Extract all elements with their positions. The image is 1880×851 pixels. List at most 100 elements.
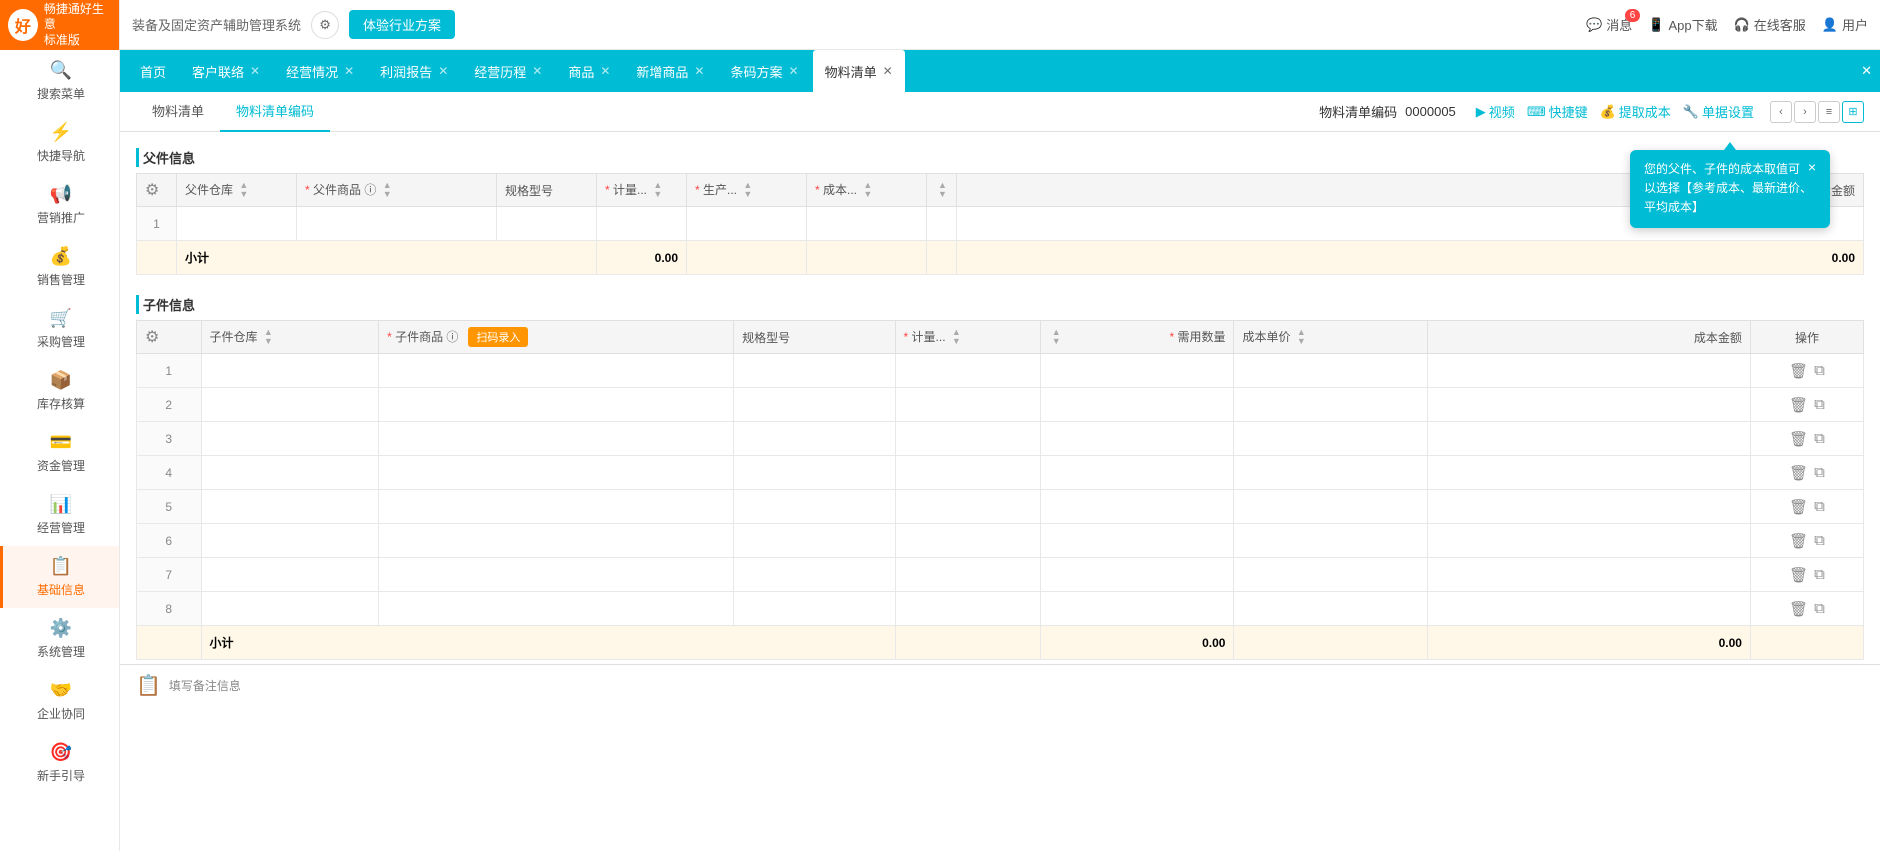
child-goods-6[interactable] — [379, 524, 734, 558]
child-goods-7[interactable] — [379, 558, 734, 592]
close-bom[interactable]: ✕ — [883, 64, 893, 78]
child-unit-2[interactable] — [895, 388, 1040, 422]
child-unit-6[interactable] — [895, 524, 1040, 558]
child-unit-3[interactable] — [895, 422, 1040, 456]
child-unit-7[interactable] — [895, 558, 1040, 592]
child-warehouse-8[interactable] — [201, 592, 379, 626]
child-spec-4[interactable] — [734, 456, 895, 490]
child-unit-4[interactable] — [895, 456, 1040, 490]
nav-next[interactable]: › — [1794, 101, 1816, 123]
child-goods-5[interactable] — [379, 490, 734, 524]
child-cost-amount-6[interactable] — [1428, 524, 1751, 558]
child-warehouse-3[interactable] — [201, 422, 379, 456]
sidebar-item-system[interactable]: ⚙️系统管理 — [0, 608, 119, 670]
child-unit-cost-8[interactable] — [1234, 592, 1428, 626]
navtab-goods[interactable]: 商品✕ — [556, 50, 622, 92]
close-new-goods[interactable]: ✕ — [694, 64, 704, 78]
sidebar-item-quick-nav[interactable]: ⚡快捷导航 — [0, 112, 119, 174]
child-needed-1[interactable] — [1040, 354, 1234, 388]
navtab-customer[interactable]: 客户联络✕ — [180, 50, 272, 92]
close-history[interactable]: ✕ — [532, 64, 542, 78]
sidebar-item-basic-info[interactable]: 📋基础信息 — [0, 546, 119, 608]
close-goods[interactable]: ✕ — [600, 64, 610, 78]
child-unit-cost-5[interactable] — [1234, 490, 1428, 524]
child-spec-5[interactable] — [734, 490, 895, 524]
child-warehouse-7[interactable] — [201, 558, 379, 592]
sidebar-item-guide[interactable]: 🎯新手引导 — [0, 732, 119, 794]
parent-unit-1[interactable] — [597, 207, 687, 241]
child-needed-5[interactable] — [1040, 490, 1234, 524]
delete-icon-7[interactable]: 🗑 — [1789, 566, 1808, 584]
message-item[interactable]: 💬 消息 6 — [1586, 15, 1632, 34]
navtab-barcode[interactable]: 条码方案✕ — [718, 50, 810, 92]
child-needed-2[interactable] — [1040, 388, 1234, 422]
copy-icon-4[interactable]: ⧉ — [1814, 464, 1825, 481]
navtab-operations[interactable]: 经营情况✕ — [274, 50, 366, 92]
sidebar-item-operations[interactable]: 📊经营管理 — [0, 484, 119, 546]
sidebar-item-purchase[interactable]: 🛒采购管理 — [0, 298, 119, 360]
extract-cost-action[interactable]: 💰 提取成本 — [1600, 102, 1671, 121]
child-needed-8[interactable] — [1040, 592, 1234, 626]
experience-btn[interactable]: 体验行业方案 — [349, 10, 455, 39]
child-warehouse-2[interactable] — [201, 388, 379, 422]
child-needed-6[interactable] — [1040, 524, 1234, 558]
copy-icon-2[interactable]: ⧉ — [1814, 396, 1825, 413]
delete-icon-3[interactable]: 🗑 — [1789, 430, 1808, 448]
child-spec-8[interactable] — [734, 592, 895, 626]
child-col-settings[interactable]: ⚙ — [137, 321, 202, 354]
settings-button[interactable]: ⚙ — [311, 11, 339, 39]
child-spec-6[interactable] — [734, 524, 895, 558]
app-download-item[interactable]: 📱 App下载 — [1648, 15, 1717, 34]
sidebar-item-search[interactable]: 🔍搜索菜单 — [0, 50, 119, 112]
child-warehouse-1[interactable] — [201, 354, 379, 388]
child-unit-cost-2[interactable] — [1234, 388, 1428, 422]
child-unit-8[interactable] — [895, 592, 1040, 626]
scan-button[interactable]: 扫码录入 — [468, 327, 528, 347]
user-item[interactable]: 👤 用户 — [1822, 15, 1868, 34]
child-unit-cost-1[interactable] — [1234, 354, 1428, 388]
child-cost-amount-3[interactable] — [1428, 422, 1751, 456]
nav-prev[interactable]: ‹ — [1770, 101, 1792, 123]
video-action[interactable]: ▶ 视频 — [1476, 102, 1515, 121]
child-unit-cost-7[interactable] — [1234, 558, 1428, 592]
child-goods-4[interactable] — [379, 456, 734, 490]
child-cost-amount-7[interactable] — [1428, 558, 1751, 592]
copy-icon-5[interactable]: ⧉ — [1814, 498, 1825, 515]
child-warehouse-6[interactable] — [201, 524, 379, 558]
child-cost-amount-8[interactable] — [1428, 592, 1751, 626]
navtab-profit[interactable]: 利润报告✕ — [368, 50, 460, 92]
copy-icon-7[interactable]: ⧉ — [1814, 566, 1825, 583]
child-spec-1[interactable] — [734, 354, 895, 388]
nav-close-corner[interactable]: ✕ — [1853, 50, 1880, 92]
delete-icon-6[interactable]: 🗑 — [1789, 532, 1808, 550]
subtab-list[interactable]: 物料清单 — [136, 92, 220, 132]
child-needed-3[interactable] — [1040, 422, 1234, 456]
sidebar-item-marketing[interactable]: 📢营销推广 — [0, 174, 119, 236]
nav-menu[interactable]: ≡ — [1818, 101, 1840, 123]
child-cost-amount-4[interactable] — [1428, 456, 1751, 490]
parent-cost-1[interactable] — [807, 207, 927, 241]
child-needed-4[interactable] — [1040, 456, 1234, 490]
child-goods-1[interactable] — [379, 354, 734, 388]
child-cost-amount-1[interactable] — [1428, 354, 1751, 388]
child-unit-cost-3[interactable] — [1234, 422, 1428, 456]
child-spec-3[interactable] — [734, 422, 895, 456]
child-cost-amount-2[interactable] — [1428, 388, 1751, 422]
child-needed-7[interactable] — [1040, 558, 1234, 592]
child-goods-3[interactable] — [379, 422, 734, 456]
note-placeholder[interactable]: 填写备注信息 — [169, 677, 241, 694]
close-profit[interactable]: ✕ — [438, 64, 448, 78]
copy-icon-3[interactable]: ⧉ — [1814, 430, 1825, 447]
child-spec-7[interactable] — [734, 558, 895, 592]
delete-icon-4[interactable]: 🗑 — [1789, 464, 1808, 482]
online-service-item[interactable]: 🎧 在线客服 — [1734, 15, 1806, 34]
parent-goods-1[interactable] — [297, 207, 497, 241]
delete-icon-1[interactable]: 🗑 — [1789, 362, 1808, 380]
single-settings-action[interactable]: 🔧 单据设置 — [1683, 102, 1754, 121]
parent-warehouse-1[interactable] — [177, 207, 297, 241]
delete-icon-5[interactable]: 🗑 — [1789, 498, 1808, 516]
delete-icon-8[interactable]: 🗑 — [1789, 600, 1808, 618]
parent-col-settings[interactable]: ⚙ — [137, 174, 177, 207]
close-operations[interactable]: ✕ — [344, 64, 354, 78]
copy-icon-6[interactable]: ⧉ — [1814, 532, 1825, 549]
